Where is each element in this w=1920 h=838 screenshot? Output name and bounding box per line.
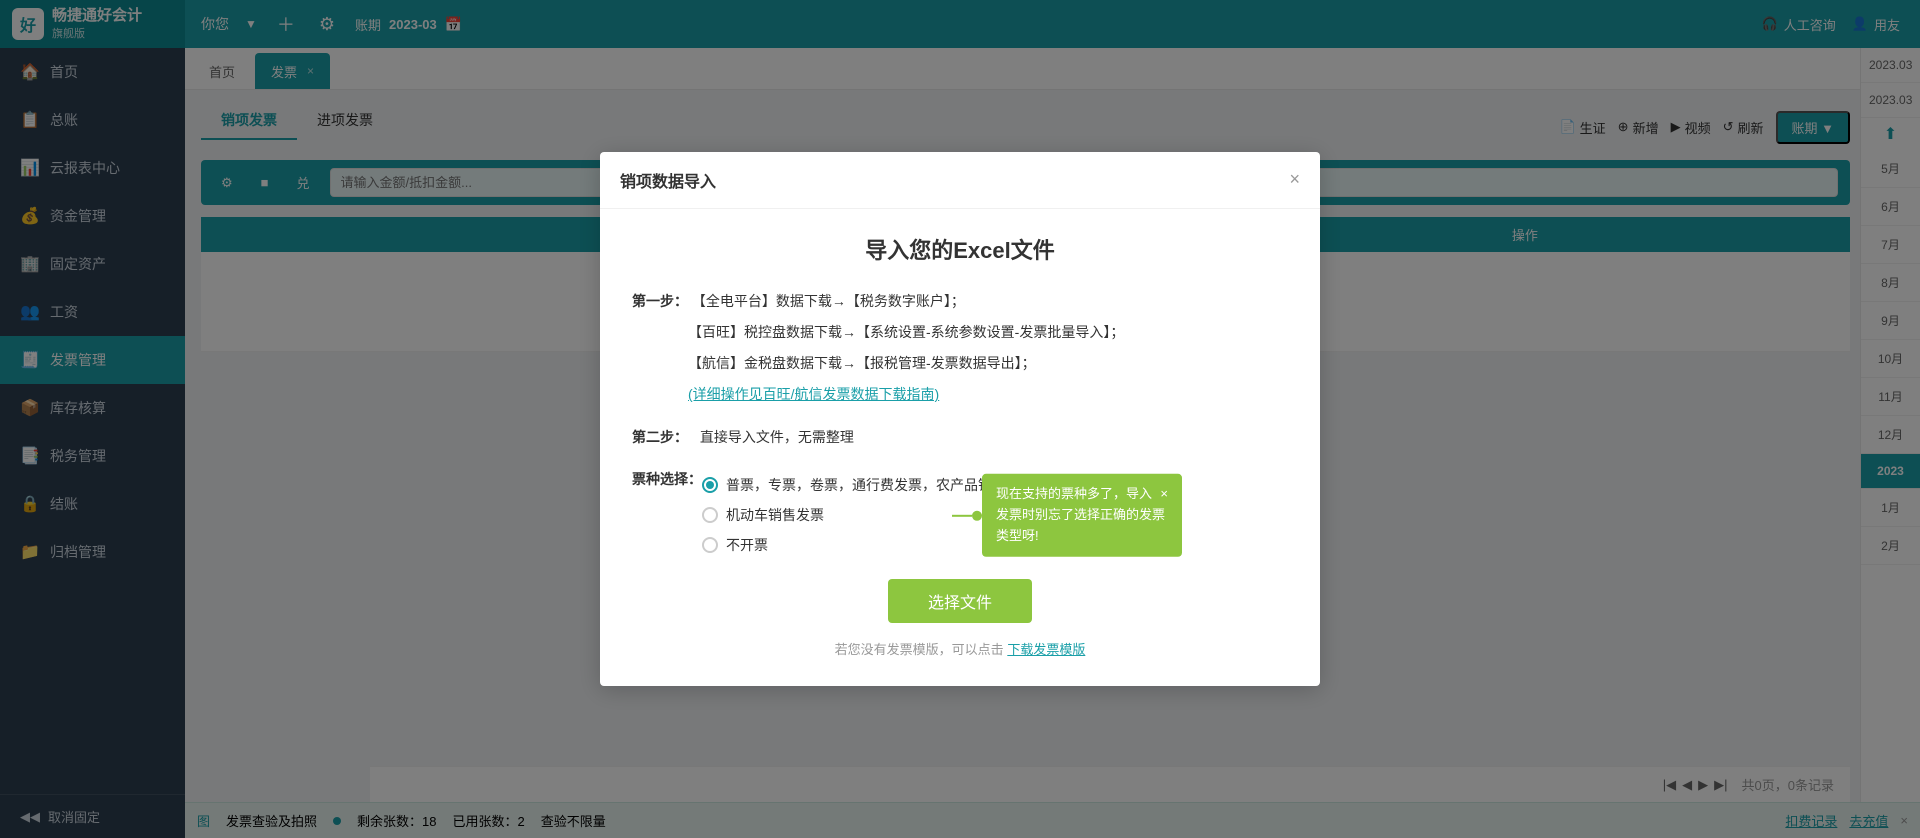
tooltip-line — [952, 514, 972, 516]
ticket-label: 票种选择： — [632, 467, 702, 491]
tooltip-bubble: × 现在支持的票种多了，导入发票时别忘了选择正确的发票类型呀! — [982, 474, 1182, 556]
tooltip-container: × 现在支持的票种多了，导入发票时别忘了选择正确的发票类型呀! — [952, 474, 1182, 556]
step1-line-1: 【全电平台】数据下载→【税务数字账户】； — [692, 293, 965, 309]
modal-main-title: 导入您的Excel文件 — [632, 233, 1288, 265]
step2-label: 第二步： — [632, 429, 688, 445]
modal-overlay: 销项数据导入 × 导入您的Excel文件 第一步： 【全电平台】数据下载→【税务… — [0, 0, 1920, 838]
radio-normal-circle — [702, 477, 718, 493]
radio-motor[interactable]: 机动车销售发票 × 现在支持的票种多了，导入发票时别忘了选择正确的发票类型呀! — [702, 505, 1034, 525]
tooltip-text: 现在支持的票种多了，导入发票时别忘了选择正确的发票类型呀! — [996, 486, 1165, 543]
step1-guide-link[interactable]: (详细操作见百旺/航信发票数据下载指南) — [688, 386, 939, 402]
radio-motor-circle — [702, 507, 718, 523]
step1-section: 第一步： 【全电平台】数据下载→【税务数字账户】； 【百旺】税控盘数据下载→【系… — [632, 289, 1288, 408]
modal-header: 销项数据导入 × — [600, 152, 1320, 209]
select-file-button[interactable]: 选择文件 — [888, 579, 1032, 623]
radio-group: 普票，专票，卷票，通行费发票，农产品销售发票 机动车销售发票 × 现在支持的票 — [702, 475, 1034, 555]
modal-dialog: 销项数据导入 × 导入您的Excel文件 第一步： 【全电平台】数据下载→【税务… — [600, 152, 1320, 687]
download-template-link[interactable]: 下载发票模版 — [1007, 642, 1085, 657]
tooltip-close-button[interactable]: × — [1160, 484, 1168, 505]
modal-close-button[interactable]: × — [1289, 169, 1300, 190]
step1-label: 第一步： — [632, 293, 688, 309]
radio-motor-label: 机动车销售发票 — [726, 505, 824, 525]
footer-text-before: 若您没有发票模版，可以点击 — [835, 642, 1004, 657]
radio-noticket-label: 不开票 — [726, 535, 768, 555]
step1-line-0: 第一步： 【全电平台】数据下载→【税务数字账户】； — [632, 289, 1288, 314]
modal-title: 销项数据导入 — [620, 168, 716, 192]
modal-body: 导入您的Excel文件 第一步： 【全电平台】数据下载→【税务数字账户】； 【百… — [600, 209, 1320, 687]
step1-line-3: 【航信】金税盘数据下载→【报税管理-发票数据导出】； — [632, 351, 1288, 376]
tooltip-dot — [972, 510, 982, 520]
step1-line-2: 【百旺】税控盘数据下载→【系统设置-系统参数设置-发票批量导入】； — [632, 320, 1288, 345]
radio-noticket-circle — [702, 537, 718, 553]
step1-link-line: (详细操作见百旺/航信发票数据下载指南) — [632, 382, 1288, 407]
modal-footer-text: 若您没有发票模版，可以点击 下载发票模版 — [632, 639, 1288, 666]
ticket-section: 票种选择： 普票，专票，卷票，通行费发票，农产品销售发票 机动车销售发票 — [632, 467, 1288, 555]
step2-text: 直接导入文件，无需整理 — [700, 429, 854, 445]
step2-section: 第二步： 直接导入文件，无需整理 — [632, 427, 1288, 447]
